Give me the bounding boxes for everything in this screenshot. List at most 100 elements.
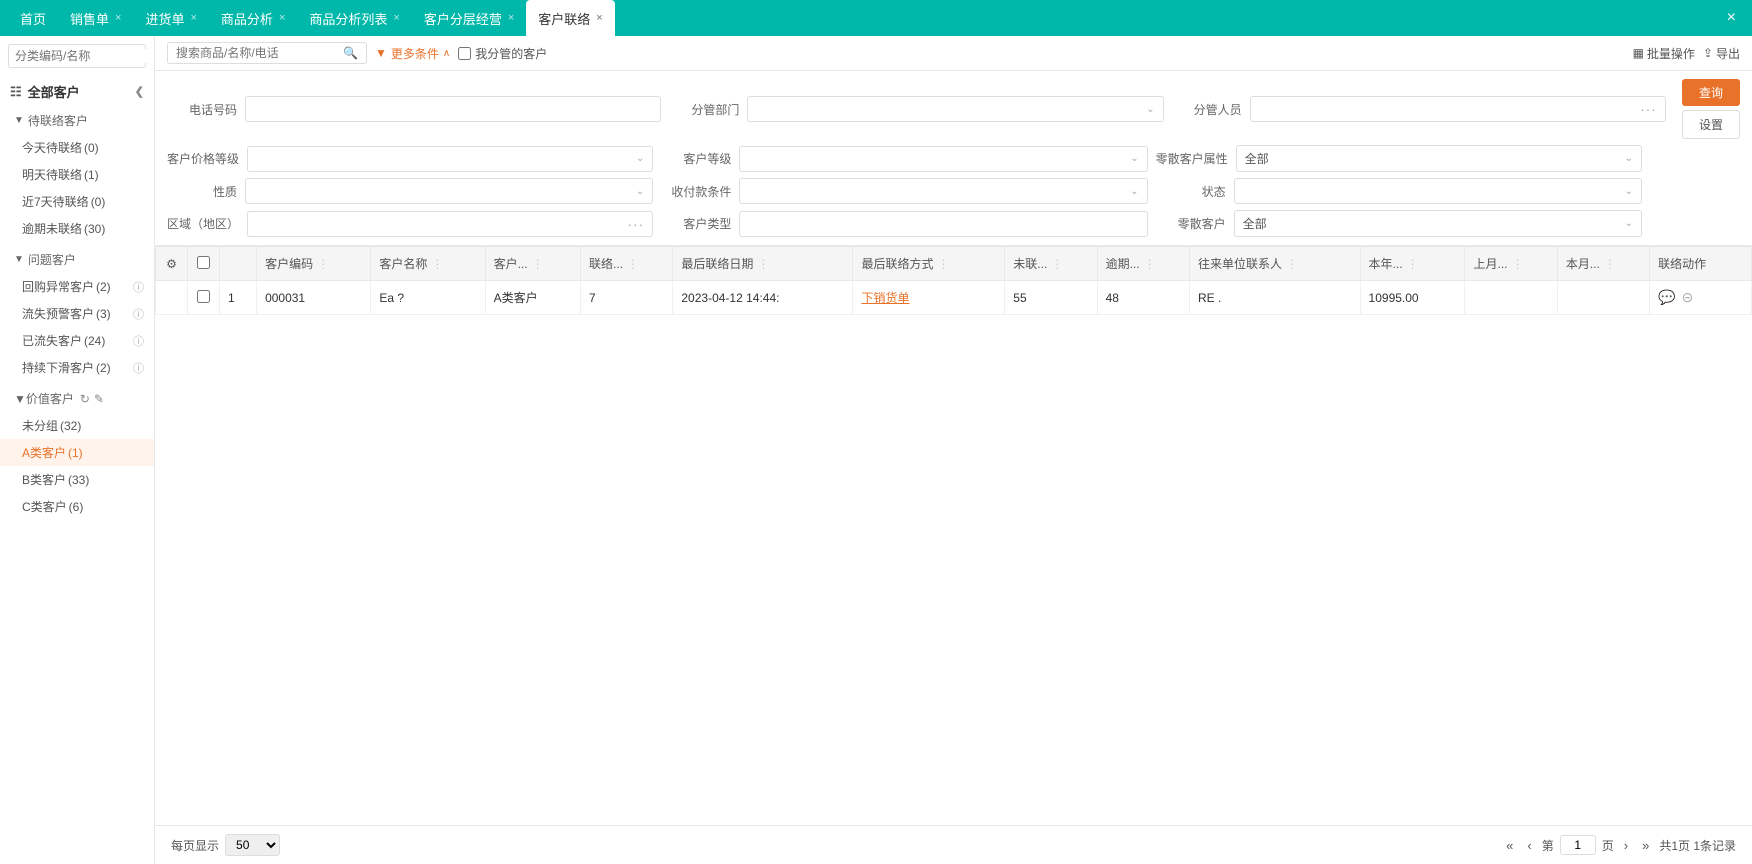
page-total-label: 页 <box>1602 837 1614 854</box>
bulk-operation-button[interactable]: ▦ 批量操作 <box>1633 45 1695 62</box>
col-unit-contact[interactable]: 往来单位联系人⋮ <box>1189 247 1360 281</box>
filter-nature: 性质 ⌄ <box>167 178 653 204</box>
filter-status: 状态 ⌄ <box>1156 178 1642 204</box>
first-page-button[interactable]: « <box>1502 836 1517 855</box>
problem-customers-title[interactable]: ▼ 问题客户 <box>0 246 154 273</box>
filter-retail-customer-select[interactable]: 全部 ⌄ <box>1234 210 1642 237</box>
col-settings[interactable]: ⚙ <box>156 247 188 281</box>
row-select-checkbox[interactable] <box>197 290 210 303</box>
col-no-contact[interactable]: 未联...⋮ <box>1005 247 1097 281</box>
select-all-checkbox[interactable] <box>197 256 210 269</box>
my-customer-checkbox[interactable] <box>458 47 471 60</box>
col-last-month[interactable]: 上月...⋮ <box>1465 247 1557 281</box>
top-nav: 首页 销售单 × 进货单 × 商品分析 × 商品分析列表 × 客户分层经营 × … <box>0 0 1752 36</box>
next-page-button[interactable]: › <box>1620 836 1632 855</box>
toolbar-search-icon: 🔍 <box>343 46 358 60</box>
window-close-button[interactable]: × <box>1719 9 1744 27</box>
col-last-contact-way[interactable]: 最后联络方式⋮ <box>853 247 1005 281</box>
last-page-button[interactable]: » <box>1638 836 1653 855</box>
filter-customer-type-input[interactable] <box>739 211 1147 237</box>
col-this-year[interactable]: 本年...⋮ <box>1360 247 1465 281</box>
prev-page-button[interactable]: ‹ <box>1523 836 1535 855</box>
filter-payment-select[interactable]: ⌄ <box>739 178 1147 204</box>
nav-tab-analysis[interactable]: 商品分析 × <box>209 0 297 36</box>
row-contact: 7 <box>581 281 673 315</box>
row-type: A类客户 <box>485 281 580 315</box>
sidebar-item-class-c[interactable]: C类客户 (6) <box>0 493 154 520</box>
filter-dept-select[interactable]: ⌄ <box>747 96 1163 122</box>
sidebar-search-input[interactable] <box>15 49 155 63</box>
sidebar-item-today[interactable]: 今天待联络 (0) <box>0 134 154 161</box>
nav-tab-customer-mgmt[interactable]: 客户分层经营 × <box>412 0 526 36</box>
close-tab-purchase-icon[interactable]: × <box>190 12 196 24</box>
qr-action-icon[interactable]: ⊝ <box>1682 289 1694 306</box>
filter-retail-attr-select[interactable]: 全部 ⌄ <box>1236 145 1642 172</box>
sidebar-item-7days[interactable]: 近7天待联络 (0) <box>0 188 154 215</box>
col-name[interactable]: 客户名称⋮ <box>371 247 485 281</box>
sidebar-item-tomorrow[interactable]: 明天待联络 (1) <box>0 161 154 188</box>
close-tab-analysis-icon[interactable]: × <box>279 12 285 24</box>
all-customers-title[interactable]: ☷ 全部客户 ❮ <box>0 76 154 107</box>
sidebar-item-repurchase-anomaly[interactable]: 回购异常客户 (2) ⓘ <box>0 273 154 300</box>
col-this-month[interactable]: 本月...⋮ <box>1557 247 1649 281</box>
sidebar-item-overdue[interactable]: 逾期未联络 (30) <box>0 215 154 242</box>
filter-row-2: 客户价格等级 ⌄ 客户等级 ⌄ 零散客户属性 全部 <box>167 145 1740 172</box>
col-overdue[interactable]: 逾期...⋮ <box>1097 247 1189 281</box>
filter-retail-attr-label: 零散客户属性 <box>1156 150 1228 167</box>
filter-status-select[interactable]: ⌄ <box>1234 178 1642 204</box>
chat-action-icon[interactable]: 💬 <box>1658 289 1675 306</box>
toolbar-search-box[interactable]: 🔍 <box>167 42 367 64</box>
filter-price-level-select[interactable]: ⌄ <box>247 146 653 172</box>
close-tab-analysis-list-icon[interactable]: × <box>393 12 399 24</box>
nav-tab-analysis-list[interactable]: 商品分析列表 × <box>297 0 411 36</box>
page-input[interactable] <box>1560 835 1596 855</box>
refresh-icon[interactable]: ↻ <box>80 392 90 406</box>
page-size-select[interactable]: 50 100 200 <box>225 834 280 856</box>
filter-nature-select[interactable]: ⌄ <box>245 178 653 204</box>
filter-phone-input[interactable] <box>245 96 661 122</box>
filter-phone-label: 电话号码 <box>167 101 237 118</box>
nav-tab-customer-contact[interactable]: 客户联络 × <box>526 0 614 36</box>
export-button[interactable]: ⇪ 导出 <box>1703 45 1740 62</box>
collapse-icon[interactable]: ❮ <box>135 85 144 98</box>
nav-tab-purchase[interactable]: 进货单 × <box>133 0 208 36</box>
filter-manager-select[interactable]: ··· <box>1250 96 1666 122</box>
nav-tab-sales[interactable]: 销售单 × <box>58 0 133 36</box>
pending-contact-title[interactable]: ▼ 待联络客户 <box>0 107 154 134</box>
footer-bar: 每页显示 50 100 200 « ‹ 第 页 › » 共1页 1条记录 <box>155 825 1752 864</box>
sidebar-search-box[interactable]: 🔍 <box>8 44 146 68</box>
last-contact-way-link[interactable]: 下销货单 <box>861 291 909 305</box>
col-last-contact-date[interactable]: 最后联络日期⋮ <box>673 247 853 281</box>
info-icon2: ⓘ <box>133 306 144 322</box>
col-type[interactable]: 客户...⋮ <box>485 247 580 281</box>
col-contact[interactable]: 联络...⋮ <box>581 247 673 281</box>
sidebar-item-churned[interactable]: 已流失客户 (24) ⓘ <box>0 327 154 354</box>
edit-icon[interactable]: ✎ <box>94 392 104 406</box>
filter-price-level-label: 客户价格等级 <box>167 150 239 167</box>
row-checkbox[interactable] <box>188 281 220 315</box>
col-checkbox[interactable] <box>188 247 220 281</box>
my-customer-checkbox-area[interactable]: 我分管的客户 <box>458 45 547 62</box>
filter-retail-attr: 零散客户属性 全部 ⌄ <box>1156 145 1642 172</box>
sidebar-item-churn-warning[interactable]: 流失预警客户 (3) ⓘ <box>0 300 154 327</box>
row-last-contact-way[interactable]: 下销货单 <box>853 281 1005 315</box>
filter-customer-level-select[interactable]: ⌄ <box>739 146 1147 172</box>
col-code[interactable]: 客户编码⋮ <box>257 247 371 281</box>
more-filter-button[interactable]: ▼ 更多条件 ∧ <box>375 45 450 62</box>
query-button[interactable]: 查询 <box>1682 79 1740 106</box>
close-tab-sales-icon[interactable]: × <box>115 12 121 24</box>
sidebar-item-declining[interactable]: 持续下滑客户 (2) ⓘ <box>0 354 154 381</box>
settings-button[interactable]: 设置 <box>1682 110 1740 139</box>
sidebar-item-class-b[interactable]: B类客户 (33) <box>0 466 154 493</box>
sidebar-item-ungrouped[interactable]: 未分组 (32) <box>0 412 154 439</box>
dots-manager-icon: ··· <box>1640 101 1657 117</box>
value-customers-title[interactable]: ▼ 价值客户 ↻ ✎ <box>0 385 154 412</box>
close-tab-customer-contact-icon[interactable]: × <box>596 12 602 24</box>
filter-region-select[interactable]: ··· <box>247 211 653 237</box>
filter-retail-customer-label: 零散客户 <box>1156 215 1226 232</box>
close-tab-customer-mgmt-icon[interactable]: × <box>508 12 514 24</box>
bulk-op-icon: ▦ <box>1633 46 1644 60</box>
sidebar-item-class-a[interactable]: A类客户 (1) <box>0 439 154 466</box>
nav-home[interactable]: 首页 <box>8 9 58 28</box>
toolbar-search-input[interactable] <box>176 46 343 60</box>
